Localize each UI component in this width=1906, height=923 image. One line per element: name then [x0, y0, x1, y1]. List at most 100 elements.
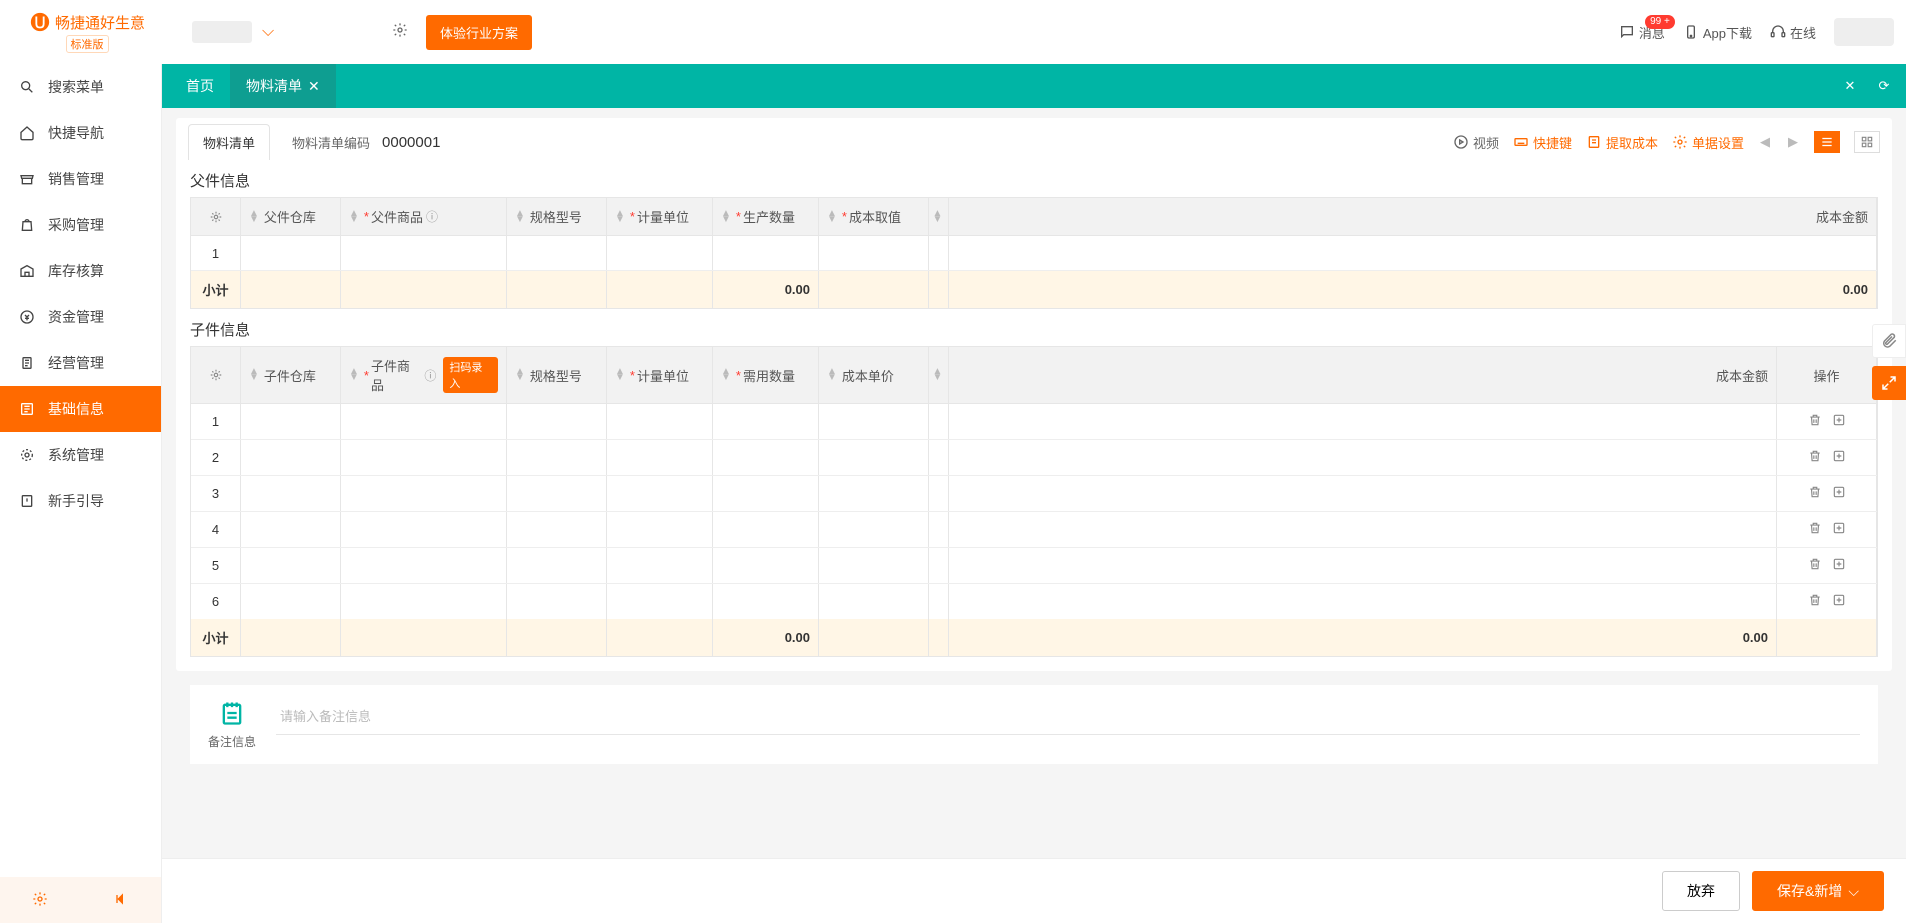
cell-child-amount[interactable] [949, 584, 1777, 619]
child-row[interactable]: 1 [191, 404, 1877, 440]
cell-child-unit[interactable] [607, 440, 713, 475]
nav-prev-icon[interactable]: ◀ [1758, 134, 1772, 150]
cell-child-unit[interactable] [607, 512, 713, 547]
cell-child-unit[interactable] [607, 404, 713, 439]
cell-child-warehouse[interactable] [241, 440, 341, 475]
cell-parent-goods[interactable] [341, 236, 507, 270]
th-child-qty[interactable]: ▲▼*需用数量 [713, 347, 819, 403]
tabbar-close-all-icon[interactable]: ✕ [1836, 72, 1864, 100]
cell-child-qty[interactable] [713, 512, 819, 547]
float-attach-icon[interactable] [1872, 324, 1906, 358]
cell-parent-unit[interactable] [607, 236, 713, 270]
th-child-warehouse[interactable]: ▲▼子件仓库 [241, 347, 341, 403]
add-row-icon[interactable] [1832, 593, 1846, 610]
cell-child-price[interactable] [819, 548, 929, 583]
th-parent-warehouse[interactable]: ▲▼父件仓库 [241, 198, 341, 235]
cell-child-price[interactable] [819, 512, 929, 547]
cell-child-price[interactable] [819, 584, 929, 619]
sidebar-item-funds[interactable]: 资金管理 [0, 294, 161, 340]
th-child-price[interactable]: ▲▼成本单价 [819, 347, 929, 403]
th-parent-qty[interactable]: ▲▼*生产数量 [713, 198, 819, 235]
th-child-spec[interactable]: ▲▼规格型号 [507, 347, 607, 403]
th-parent-cost[interactable]: ▲▼*成本取值 [819, 198, 929, 235]
cell-child-price[interactable] [819, 404, 929, 439]
th-child-goods[interactable]: ▲▼*子件商品ⓘ扫码录入 [341, 347, 507, 403]
save-new-button[interactable]: 保存&新增 ⌵ [1752, 871, 1884, 911]
cell-parent-qty[interactable] [713, 236, 819, 270]
cell-child-qty[interactable] [713, 584, 819, 619]
org-selector[interactable]: ⌵ [192, 21, 392, 43]
org-settings-icon[interactable] [392, 22, 408, 43]
cell-child-spec[interactable] [507, 476, 607, 511]
cell-parent-cost[interactable] [819, 236, 929, 270]
sidebar-item-baseinfo[interactable]: 基础信息 [0, 386, 161, 432]
footer-settings-icon[interactable] [32, 891, 48, 910]
delete-row-icon[interactable] [1808, 413, 1822, 430]
cell-child-amount[interactable] [949, 548, 1777, 583]
mini-tab-bom[interactable]: 物料清单 [188, 124, 270, 160]
cell-child-spec[interactable] [507, 404, 607, 439]
messages-link[interactable]: 消息 99 + [1619, 23, 1665, 42]
delete-row-icon[interactable] [1808, 449, 1822, 466]
trial-button[interactable]: 体验行业方案 [426, 15, 532, 50]
child-row[interactable]: 4 [191, 512, 1877, 548]
delete-row-icon[interactable] [1808, 557, 1822, 574]
remark-input[interactable] [276, 699, 1860, 735]
parent-row[interactable]: 1 [191, 236, 1877, 271]
cell-parent-amount[interactable] [949, 236, 1877, 270]
view-grid-button[interactable] [1854, 131, 1880, 153]
cell-child-qty[interactable] [713, 404, 819, 439]
cell-child-warehouse[interactable] [241, 548, 341, 583]
cell-child-goods[interactable] [341, 548, 507, 583]
sidebar-item-operation[interactable]: 经营管理 [0, 340, 161, 386]
cell-parent-spec[interactable] [507, 236, 607, 270]
scan-badge[interactable]: 扫码录入 [443, 357, 498, 393]
add-row-icon[interactable] [1832, 449, 1846, 466]
cell-child-spec[interactable] [507, 548, 607, 583]
cell-child-price[interactable] [819, 476, 929, 511]
cell-child-qty[interactable] [713, 548, 819, 583]
discard-button[interactable]: 放弃 [1662, 871, 1740, 911]
help-icon[interactable]: ⓘ [426, 208, 438, 225]
cell-child-goods[interactable] [341, 404, 507, 439]
cell-child-goods[interactable] [341, 512, 507, 547]
tab-home[interactable]: 首页 [170, 64, 230, 108]
cell-child-unit[interactable] [607, 584, 713, 619]
tabbar-refresh-icon[interactable]: ⟳ [1870, 72, 1898, 100]
sidebar-item-search[interactable]: 搜索菜单 [0, 64, 161, 110]
delete-row-icon[interactable] [1808, 593, 1822, 610]
cell-child-warehouse[interactable] [241, 476, 341, 511]
cell-child-goods[interactable] [341, 584, 507, 619]
child-row[interactable]: 3 [191, 476, 1877, 512]
sidebar-item-quicknav[interactable]: 快捷导航 [0, 110, 161, 156]
tab-bom[interactable]: 物料清单 ✕ [230, 64, 336, 108]
add-row-icon[interactable] [1832, 557, 1846, 574]
cell-child-warehouse[interactable] [241, 404, 341, 439]
child-row[interactable]: 6 [191, 584, 1877, 619]
child-row[interactable]: 2 [191, 440, 1877, 476]
th-parent-goods[interactable]: ▲▼*父件商品ⓘ [341, 198, 507, 235]
close-icon[interactable]: ✕ [308, 78, 320, 95]
cell-child-qty[interactable] [713, 440, 819, 475]
cell-child-goods[interactable] [341, 476, 507, 511]
cell-child-unit[interactable] [607, 476, 713, 511]
cell-child-price[interactable] [819, 440, 929, 475]
cell-child-spec[interactable] [507, 512, 607, 547]
th-parent-spec[interactable]: ▲▼规格型号 [507, 198, 607, 235]
child-row[interactable]: 5 [191, 548, 1877, 584]
toolbar-video[interactable]: 视频 [1453, 133, 1499, 152]
th-child-unit[interactable]: ▲▼*计量单位 [607, 347, 713, 403]
cell-child-unit[interactable] [607, 548, 713, 583]
user-avatar[interactable] [1834, 18, 1894, 46]
cell-parent-warehouse[interactable] [241, 236, 341, 270]
th-parent-empty[interactable]: ▲▼ [929, 198, 949, 235]
cell-child-amount[interactable] [949, 512, 1777, 547]
sidebar-item-sales[interactable]: 销售管理 [0, 156, 161, 202]
add-row-icon[interactable] [1832, 413, 1846, 430]
download-link[interactable]: App下载 [1683, 23, 1752, 42]
sidebar-item-purchase[interactable]: 采购管理 [0, 202, 161, 248]
th-child-empty[interactable]: ▲▼ [929, 347, 949, 403]
cell-child-amount[interactable] [949, 476, 1777, 511]
sidebar-item-guide[interactable]: 新手引导 [0, 478, 161, 524]
cell-child-spec[interactable] [507, 584, 607, 619]
